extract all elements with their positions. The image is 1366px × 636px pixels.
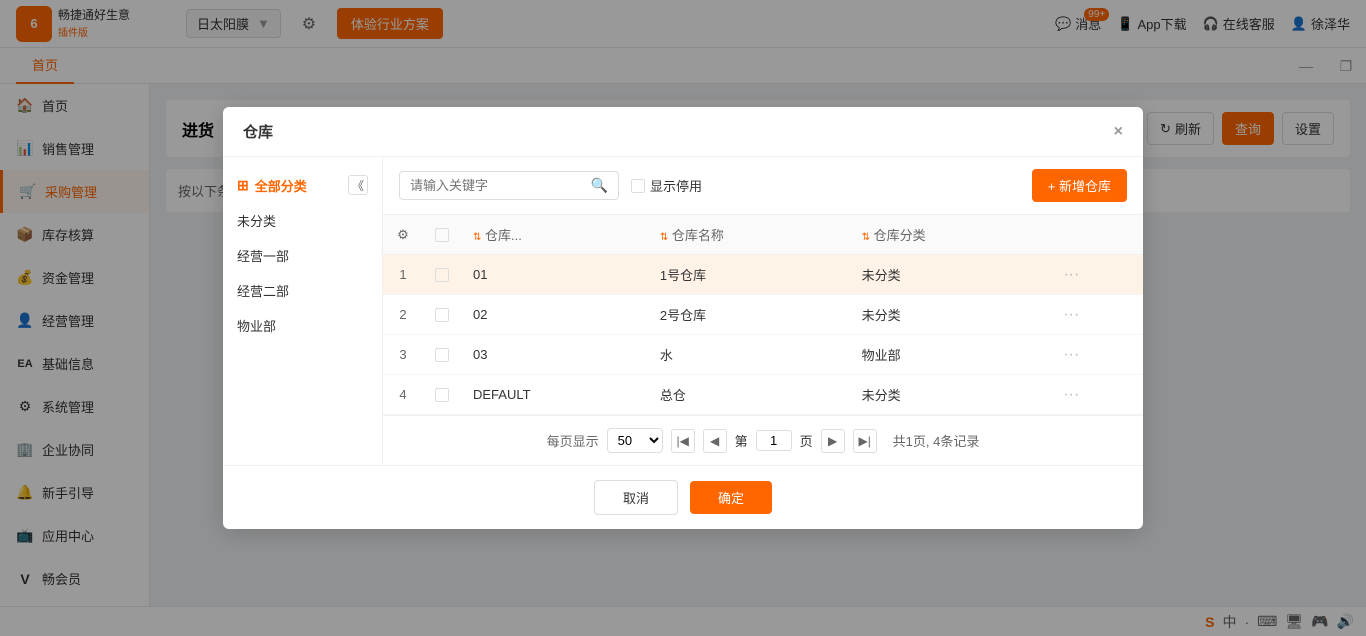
category-item-dept2[interactable]: 经营二部 [223, 273, 382, 308]
row-check-cell [423, 295, 461, 335]
row-name: 总仓 [648, 375, 850, 415]
row-code: 01 [461, 255, 648, 295]
warehouse-table: ⚙ ⇅ 仓库... ⇅ [383, 215, 1143, 415]
row-code: 03 [461, 335, 648, 375]
row-num: 3 [383, 335, 423, 375]
category-item-uncategorized[interactable]: 未分类 [223, 203, 382, 238]
search-input[interactable] [410, 178, 591, 193]
show-disabled-checkbox[interactable] [631, 179, 645, 193]
pagination: 每页显示 50 10 20 100 |◀ ◀ 第 页 ▶ ▶| 共1页, 4条记… [383, 415, 1143, 465]
modal-title: 仓库 [243, 121, 273, 142]
row-checkbox[interactable] [435, 388, 449, 402]
col-settings-header[interactable]: ⚙ [383, 215, 423, 255]
show-disabled-checkbox-label[interactable]: 显示停用 [631, 176, 702, 195]
row-category: 未分类 [850, 255, 1052, 295]
modal-footer: 取消 确定 [223, 465, 1143, 529]
row-more-icon[interactable]: ··· [1063, 346, 1079, 363]
row-name: 2号仓库 [648, 295, 850, 335]
row-name: 1号仓库 [648, 255, 850, 295]
row-num: 2 [383, 295, 423, 335]
row-more-icon[interactable]: ··· [1063, 386, 1079, 403]
search-bar: 🔍 显示停用 + 新增仓库 [383, 157, 1143, 215]
col-category-header: ⇅ 仓库分类 [850, 215, 1052, 255]
row-checkbox[interactable] [435, 308, 449, 322]
show-disabled-text: 显示停用 [650, 176, 702, 195]
next-page-button[interactable]: ▶ [821, 429, 845, 453]
cancel-button[interactable]: 取消 [594, 480, 678, 515]
sort-icon-category: ⇅ [862, 232, 870, 243]
row-num: 1 [383, 255, 423, 295]
modal-overlay: 仓库 × ⊞ 全部分类 《 未分类 经营一部 [0, 0, 1366, 636]
row-more-icon[interactable]: ··· [1063, 266, 1079, 283]
search-icon: 🔍 [591, 177, 608, 194]
col-actions-header [1051, 215, 1143, 255]
row-check-cell [423, 255, 461, 295]
row-actions[interactable]: ··· [1051, 255, 1143, 295]
row-checkbox[interactable] [435, 268, 449, 282]
row-actions[interactable]: ··· [1051, 375, 1143, 415]
row-actions[interactable]: ··· [1051, 335, 1143, 375]
category-item-property[interactable]: 物业部 [223, 308, 382, 343]
per-page-label: 每页显示 [547, 431, 599, 450]
table-panel: 🔍 显示停用 + 新增仓库 ⚙ [383, 157, 1143, 465]
add-warehouse-button[interactable]: + 新增仓库 [1032, 169, 1127, 202]
row-category: 未分类 [850, 375, 1052, 415]
row-code: DEFAULT [461, 375, 648, 415]
table-row[interactable]: 2 02 2号仓库 未分类 ··· [383, 295, 1143, 335]
col-code-header: ⇅ 仓库... [461, 215, 648, 255]
modal-close-button[interactable]: × [1114, 123, 1123, 141]
all-categories-header[interactable]: ⊞ 全部分类 《 [223, 167, 382, 203]
row-category: 未分类 [850, 295, 1052, 335]
row-num: 4 [383, 375, 423, 415]
total-info: 共1页, 4条记录 [893, 431, 980, 450]
sort-icon-code: ⇅ [473, 232, 481, 243]
select-all-checkbox[interactable] [435, 228, 449, 242]
table-row[interactable]: 1 01 1号仓库 未分类 ··· [383, 255, 1143, 295]
sort-icon-name: ⇅ [660, 232, 668, 243]
table-row[interactable]: 3 03 水 物业部 ··· [383, 335, 1143, 375]
row-category: 物业部 [850, 335, 1052, 375]
row-more-icon[interactable]: ··· [1063, 306, 1079, 323]
category-item-dept1[interactable]: 经营一部 [223, 238, 382, 273]
grid-icon: ⊞ [237, 177, 249, 194]
first-page-button[interactable]: |◀ [671, 429, 695, 453]
settings-col-icon: ⚙ [397, 227, 409, 242]
search-input-wrap: 🔍 [399, 171, 619, 200]
row-code: 02 [461, 295, 648, 335]
warehouse-modal: 仓库 × ⊞ 全部分类 《 未分类 经营一部 [223, 107, 1143, 529]
all-categories-label: 全部分类 [255, 176, 307, 195]
modal-header: 仓库 × [223, 107, 1143, 157]
per-page-select[interactable]: 50 10 20 100 [607, 428, 663, 453]
categories-panel: ⊞ 全部分类 《 未分类 经营一部 经营二部 物业部 [223, 157, 383, 465]
collapse-categories-button[interactable]: 《 [348, 175, 368, 195]
row-actions[interactable]: ··· [1051, 295, 1143, 335]
page-label: 第 [735, 431, 748, 450]
page-suffix: 页 [800, 431, 813, 450]
col-check-header[interactable] [423, 215, 461, 255]
row-checkbox[interactable] [435, 348, 449, 362]
page-input[interactable] [756, 430, 792, 451]
last-page-button[interactable]: ▶| [853, 429, 877, 453]
confirm-button[interactable]: 确定 [690, 481, 772, 514]
modal-body: ⊞ 全部分类 《 未分类 经营一部 经营二部 物业部 [223, 157, 1143, 465]
prev-page-button[interactable]: ◀ [703, 429, 727, 453]
row-check-cell [423, 335, 461, 375]
col-name-header: ⇅ 仓库名称 [648, 215, 850, 255]
row-name: 水 [648, 335, 850, 375]
row-check-cell [423, 375, 461, 415]
table-row[interactable]: 4 DEFAULT 总仓 未分类 ··· [383, 375, 1143, 415]
